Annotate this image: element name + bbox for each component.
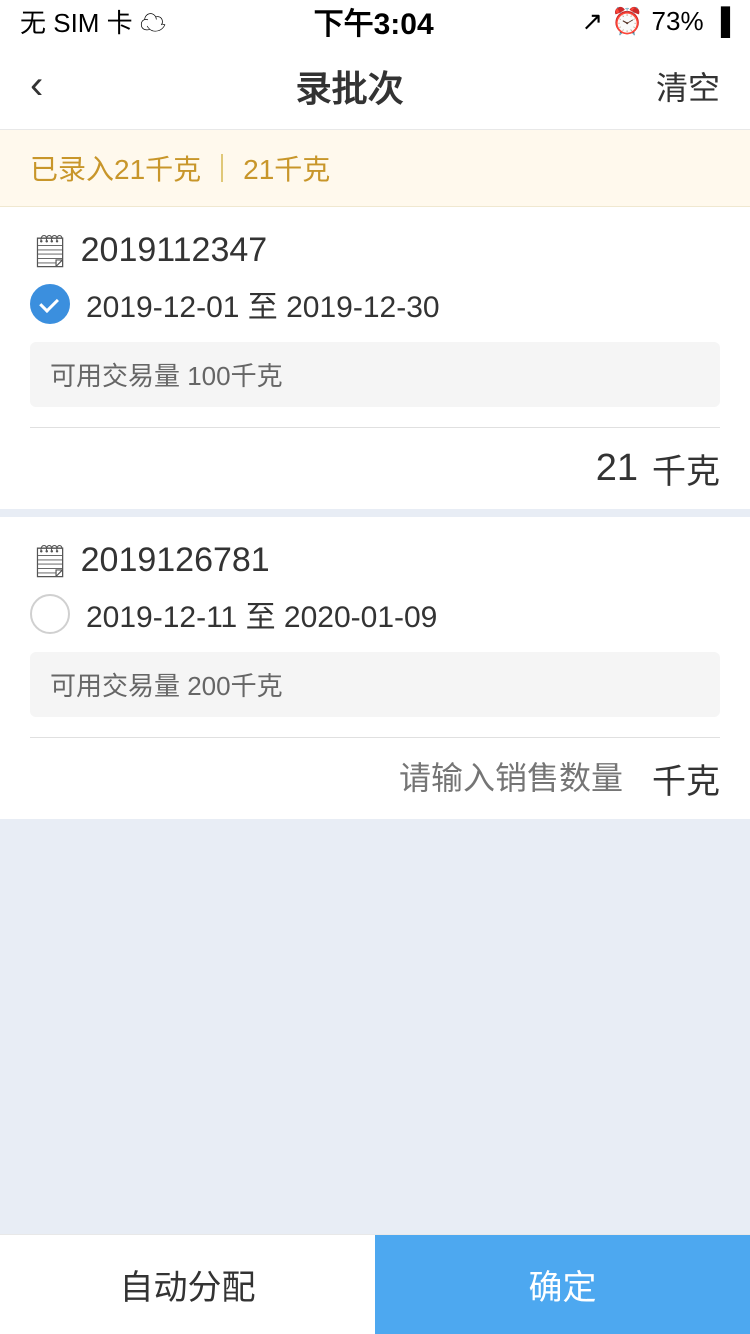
sim-indicator: 无 SIM 卡 ☁: [20, 3, 166, 40]
batch-id-row-1: 🗒 2019112347: [30, 231, 720, 270]
summary-divider: [221, 154, 223, 182]
bottom-bar: 自动分配 确定: [0, 1234, 750, 1334]
batch-radio-2[interactable]: [30, 594, 70, 634]
batch-date-1: 2019-12-01 至 2019-12-30: [86, 282, 440, 326]
alarm-icon: ⏰: [611, 6, 643, 37]
confirm-button[interactable]: 确定: [375, 1235, 750, 1334]
status-time: 下午3:04: [314, 0, 434, 43]
batch-doc-icon-1: 🗒: [30, 232, 71, 270]
summary-recorded: 已录入21千克: [30, 148, 201, 188]
status-bar: 无 SIM 卡 ☁ 下午3:04 ↗ ⏰ 73% ▐: [0, 0, 750, 42]
batch-amount-unit-1: 千克: [652, 444, 720, 493]
batch-available-2: 可用交易量 200千克: [30, 652, 720, 717]
status-left: 无 SIM 卡 ☁: [20, 3, 166, 40]
batch-id-row-2: 🗒 2019126781: [30, 541, 720, 580]
batch-id-2: 2019126781: [81, 541, 270, 580]
sales-quantity-input[interactable]: [30, 760, 638, 797]
batch-radio-1[interactable]: [30, 284, 70, 324]
summary-bar: 已录入21千克 21千克: [0, 130, 750, 207]
input-unit-2: 千克: [652, 754, 720, 803]
batch-amount-row-1: 21 千克: [0, 428, 750, 509]
batch-item-1: 🗒 2019112347 2019-12-01 至 2019-12-30 可用交…: [0, 207, 750, 509]
location-icon: ↗: [581, 6, 603, 37]
back-button[interactable]: ‹: [30, 63, 43, 108]
nav-bar: ‹ 录批次 清空: [0, 42, 750, 130]
batch-item-2: 🗒 2019126781 2019-12-11 至 2020-01-09 可用交…: [0, 517, 750, 819]
section-divider: [0, 509, 750, 517]
summary-value: 21千克: [243, 148, 330, 188]
empty-area: [0, 819, 750, 1239]
batch-date-2: 2019-12-11 至 2020-01-09: [86, 592, 437, 636]
batch-doc-icon-2: 🗒: [30, 542, 71, 580]
batch-date-row-1[interactable]: 2019-12-01 至 2019-12-30: [30, 282, 720, 326]
auto-distribute-button[interactable]: 自动分配: [0, 1235, 375, 1334]
batch-date-row-2[interactable]: 2019-12-11 至 2020-01-09: [30, 592, 720, 636]
batch-id-1: 2019112347: [81, 231, 268, 270]
battery-icon: ▐: [712, 6, 730, 37]
page-title: 录批次: [296, 60, 404, 112]
batch-available-1: 可用交易量 100千克: [30, 342, 720, 407]
status-right: ↗ ⏰ 73% ▐: [581, 6, 730, 37]
batch-amount-value-1: 21: [596, 447, 638, 490]
batch-input-row-2[interactable]: 千克: [0, 738, 750, 819]
battery-level: 73%: [652, 6, 704, 37]
clear-button[interactable]: 清空: [656, 63, 720, 109]
